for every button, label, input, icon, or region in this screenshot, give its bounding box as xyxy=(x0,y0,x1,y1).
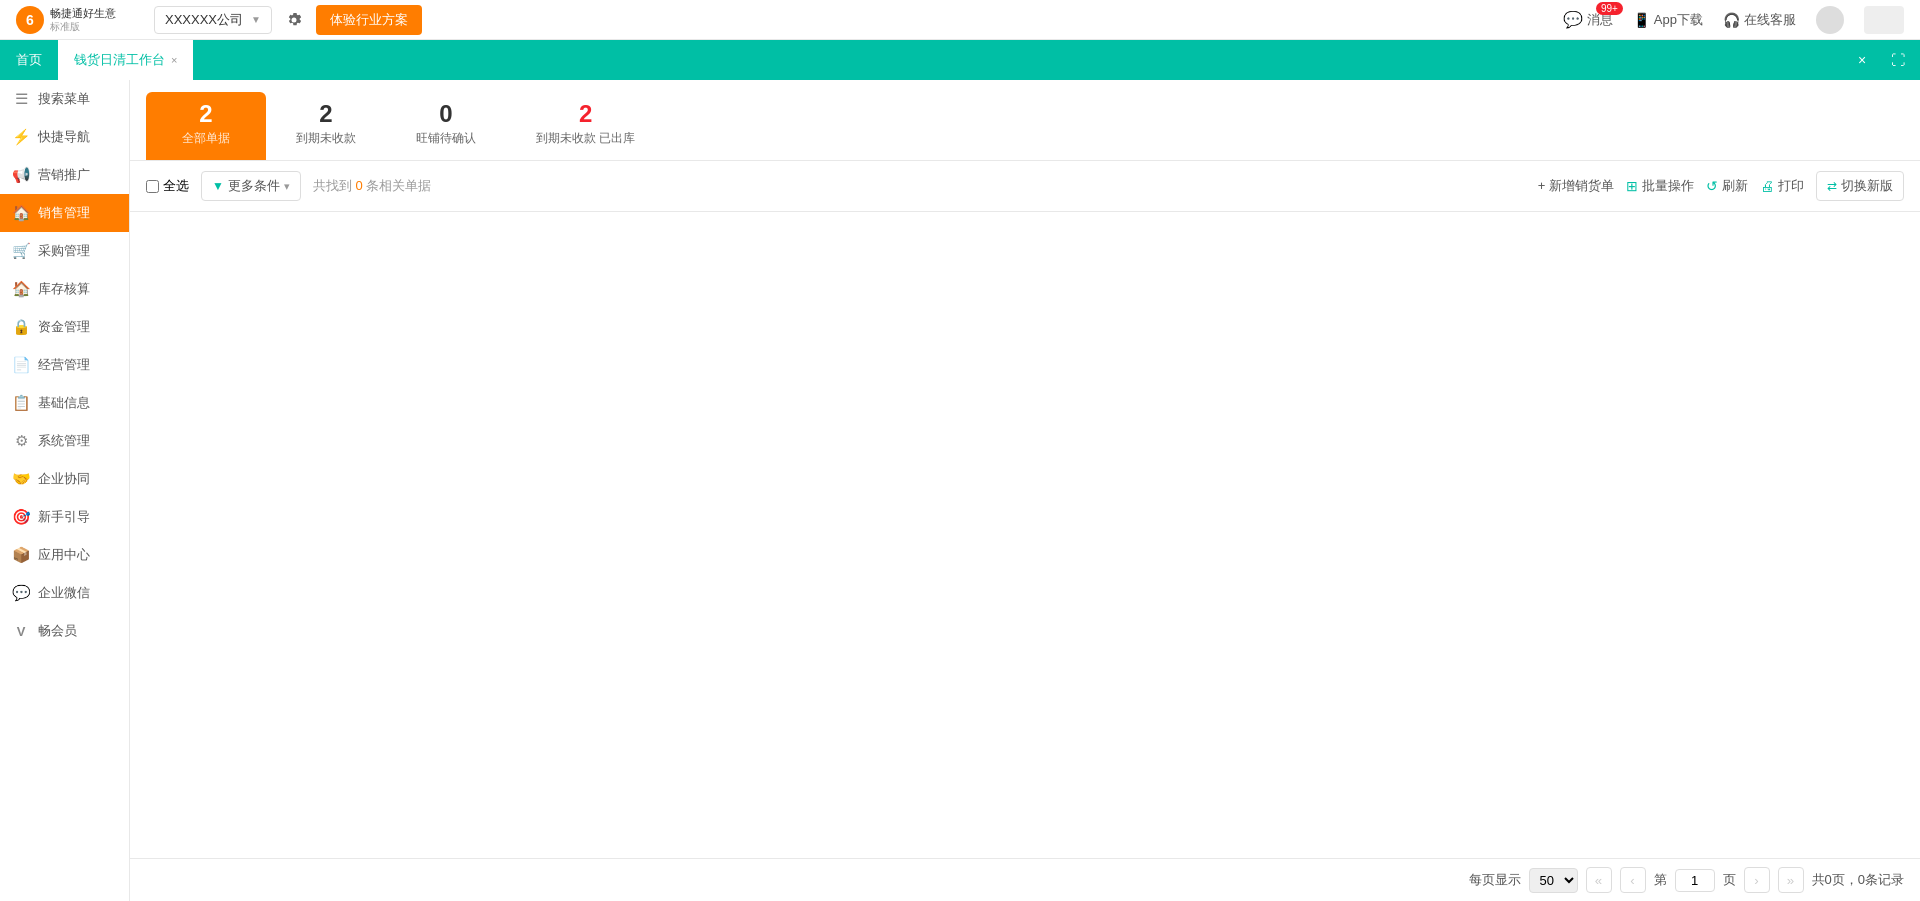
settings-icon[interactable] xyxy=(280,6,308,34)
tab-cashflow[interactable]: 钱货日清工作台 × xyxy=(58,40,193,80)
tab-maximize-icon[interactable]: ⛶ xyxy=(1884,46,1912,74)
app-center-icon: 📦 xyxy=(12,546,30,564)
select-all-checkbox[interactable]: 全选 xyxy=(146,177,189,195)
marketing-icon: 📢 xyxy=(12,166,30,184)
tab-home[interactable]: 首页 xyxy=(0,40,58,80)
member-icon: V xyxy=(12,624,30,639)
sales-icon: 🏠 xyxy=(12,204,30,222)
table-area xyxy=(130,212,1920,858)
sidebar-item-enterprise[interactable]: 🤝 企业协同 xyxy=(0,460,129,498)
sidebar-item-operations[interactable]: 📄 经营管理 xyxy=(0,346,129,384)
page-suffix: 页 xyxy=(1723,871,1736,889)
sidebar-item-finance[interactable]: 🔒 资金管理 xyxy=(0,308,129,346)
tab-bar-actions: × ⛶ xyxy=(1848,46,1920,74)
print-btn[interactable]: 🖨 打印 xyxy=(1760,177,1804,195)
stat-tab-wangpu[interactable]: 0 旺铺待确认 xyxy=(386,92,506,160)
logo-area: 6 畅捷通好生意 标准版 xyxy=(16,6,146,34)
main-layout: ☰ 搜索菜单 ⚡ 快捷导航 📢 营销推广 🏠 销售管理 🛒 采购管理 🏠 库存核… xyxy=(0,80,1920,901)
select-all-input[interactable] xyxy=(146,180,159,193)
system-icon: ⚙ xyxy=(12,432,30,450)
quick-nav-icon: ⚡ xyxy=(12,128,30,146)
tab-close-window-icon[interactable]: × xyxy=(1848,46,1876,74)
page-size-select[interactable]: 50 xyxy=(1529,868,1578,893)
page-size-label: 每页显示 xyxy=(1469,871,1521,889)
operations-icon: 📄 xyxy=(12,356,30,374)
logo-text: 畅捷通好生意 标准版 xyxy=(50,6,116,33)
stat-tab-overdue-shipped[interactable]: 2 到期未收款 已出库 xyxy=(506,92,665,160)
first-page-btn[interactable]: « xyxy=(1586,867,1612,893)
stat-tab-all[interactable]: 2 全部单据 xyxy=(146,92,266,160)
page-number-input[interactable] xyxy=(1675,869,1715,892)
messages-btn[interactable]: 💬 消息 99+ xyxy=(1563,10,1613,29)
tab-close-icon[interactable]: × xyxy=(171,54,177,66)
refresh-btn[interactable]: ↺ 刷新 xyxy=(1706,177,1748,195)
search-menu-icon: ☰ xyxy=(12,90,30,108)
content-area: 2 全部单据 2 到期未收款 0 旺铺待确认 2 到期未收款 已出库 全选 xyxy=(130,80,1920,901)
sidebar-item-wechat[interactable]: 💬 企业微信 xyxy=(0,574,129,612)
page-label-current: 第 xyxy=(1654,871,1667,889)
inventory-icon: 🏠 xyxy=(12,280,30,298)
sidebar-item-newbie[interactable]: 🎯 新手引导 xyxy=(0,498,129,536)
tab-bar: 首页 钱货日清工作台 × × ⛶ xyxy=(0,40,1920,80)
next-page-btn[interactable]: › xyxy=(1744,867,1770,893)
filter-dropdown-icon: ▾ xyxy=(284,180,290,193)
batch-operation-btn[interactable]: ⊞ 批量操作 xyxy=(1626,177,1694,195)
sidebar-item-app-center[interactable]: 📦 应用中心 xyxy=(0,536,129,574)
toolbar-right: + 新增销货单 ⊞ 批量操作 ↺ 刷新 🖨 打印 ⇄ 切换新版 xyxy=(1538,171,1904,201)
user-menu[interactable] xyxy=(1864,6,1904,34)
company-selector[interactable]: XXXXXX公司 ▼ xyxy=(154,6,272,34)
sidebar-item-basic-info[interactable]: 📋 基础信息 xyxy=(0,384,129,422)
last-page-btn[interactable]: » xyxy=(1778,867,1804,893)
purchase-icon: 🛒 xyxy=(12,242,30,260)
messages-badge: 99+ xyxy=(1596,2,1623,15)
app-download-btn[interactable]: 📱 App下载 xyxy=(1633,11,1703,29)
sidebar-item-member[interactable]: V 畅会员 xyxy=(0,612,129,650)
avatar[interactable] xyxy=(1816,6,1844,34)
pagination: 每页显示 50 « ‹ 第 页 › » 共0页，0条记录 xyxy=(130,858,1920,901)
sidebar-item-purchase[interactable]: 🛒 采购管理 xyxy=(0,232,129,270)
sidebar-item-inventory[interactable]: 🏠 库存核算 xyxy=(0,270,129,308)
sidebar-item-system[interactable]: ⚙ 系统管理 xyxy=(0,422,129,460)
top-header: 6 畅捷通好生意 标准版 XXXXXX公司 ▼ 体验行业方案 💬 消息 99+ … xyxy=(0,0,1920,40)
add-sale-btn[interactable]: + 新增销货单 xyxy=(1538,177,1614,195)
basic-info-icon: 📋 xyxy=(12,394,30,412)
dropdown-arrow-icon: ▼ xyxy=(251,14,261,25)
total-records: 共0页，0条记录 xyxy=(1812,871,1904,889)
trial-btn[interactable]: 体验行业方案 xyxy=(316,5,422,35)
sidebar: ☰ 搜索菜单 ⚡ 快捷导航 📢 营销推广 🏠 销售管理 🛒 采购管理 🏠 库存核… xyxy=(0,80,130,901)
stats-tabs: 2 全部单据 2 到期未收款 0 旺铺待确认 2 到期未收款 已出库 xyxy=(130,80,1920,161)
online-service-btn[interactable]: 🎧 在线客服 xyxy=(1723,11,1796,29)
sidebar-item-quick-nav[interactable]: ⚡ 快捷导航 xyxy=(0,118,129,156)
sidebar-item-sales[interactable]: 🏠 销售管理 xyxy=(0,194,129,232)
prev-page-btn[interactable]: ‹ xyxy=(1620,867,1646,893)
wechat-icon: 💬 xyxy=(12,584,30,602)
toolbar: 全选 ▼ 更多条件 ▾ 共找到 0 条相关单据 + 新增销货单 ⊞ 批量操作 xyxy=(130,161,1920,212)
enterprise-icon: 🤝 xyxy=(12,470,30,488)
header-right: 💬 消息 99+ 📱 App下载 🎧 在线客服 xyxy=(1563,6,1904,34)
finance-icon: 🔒 xyxy=(12,318,30,336)
sidebar-item-marketing[interactable]: 📢 营销推广 xyxy=(0,156,129,194)
more-filters-btn[interactable]: ▼ 更多条件 ▾ xyxy=(201,171,301,201)
newbie-icon: 🎯 xyxy=(12,508,30,526)
logo-icon: 6 xyxy=(16,6,44,34)
stat-tab-overdue[interactable]: 2 到期未收款 xyxy=(266,92,386,160)
switch-version-btn[interactable]: ⇄ 切换新版 xyxy=(1816,171,1904,201)
sidebar-item-search-menu[interactable]: ☰ 搜索菜单 xyxy=(0,80,129,118)
found-text: 共找到 0 条相关单据 xyxy=(313,177,431,195)
